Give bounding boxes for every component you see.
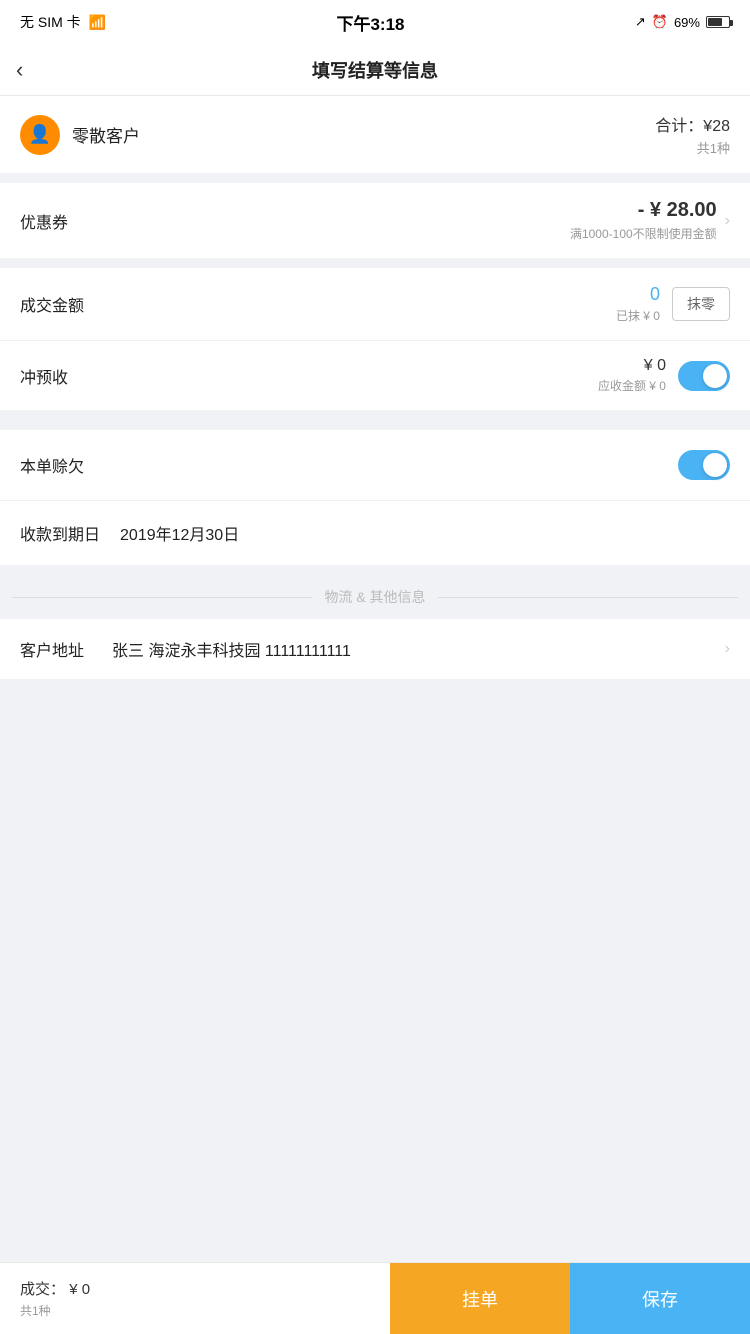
sim-label: 无 SIM 卡 <box>20 12 81 32</box>
due-date-value: 2019年12月30日 <box>120 521 239 545</box>
wifi-icon: 📶 <box>89 14 106 31</box>
status-left: 无 SIM 卡 📶 <box>20 12 106 32</box>
transaction-amount-row: 成交金额 0 已抹 ¥ 0 抹零 <box>0 268 750 341</box>
already-rounded-label: 已抹 ¥ 0 <box>616 307 660 324</box>
transaction-amount-value: 0 <box>616 284 660 305</box>
location-icon: ↗ <box>635 14 646 30</box>
logistics-divider: 物流 & 其他信息 <box>0 575 750 619</box>
debt-toggle-knob <box>703 453 727 477</box>
bottom-info: 成交： ¥ 0 共1种 <box>0 1263 390 1334</box>
back-button[interactable]: ‹ <box>16 57 23 83</box>
total-amount: 合计：¥28 <box>655 112 730 136</box>
status-right: ↗ ⏰ 69% <box>635 14 730 30</box>
person-icon: 👤 <box>29 124 51 145</box>
separator-1 <box>0 258 750 268</box>
battery-percent: 69% <box>674 15 700 30</box>
bottom-count: 共1种 <box>20 1302 370 1319</box>
nav-title: 填写结算等信息 <box>312 57 438 83</box>
separator-2 <box>0 410 750 420</box>
bottom-bar: 成交： ¥ 0 共1种 挂单 保存 <box>0 1262 750 1334</box>
save-button[interactable]: 保存 <box>570 1263 750 1334</box>
logistics-line-left <box>12 597 312 598</box>
bottom-spacer <box>0 679 750 859</box>
round-zero-button[interactable]: 抹零 <box>672 287 730 321</box>
amount-stack: 0 已抹 ¥ 0 <box>616 284 660 324</box>
customer-name: 零散客户 <box>72 122 140 147</box>
address-chevron-right-icon: › <box>725 640 730 658</box>
customer-section: 👤 零散客户 合计：¥28 共1种 <box>0 96 750 173</box>
coupon-value-stack: - ¥ 28.00 满1000-100不限制使用金额 <box>570 199 717 242</box>
transaction-amount-label: 成交金额 <box>20 292 84 316</box>
customer-avatar: 👤 <box>20 115 60 155</box>
address-value: 张三 海淀永丰科技园 11111111111 <box>112 637 713 661</box>
battery-icon <box>706 16 730 28</box>
address-row[interactable]: 客户地址 张三 海淀永丰科技园 11111111111 › <box>0 619 750 679</box>
bottom-deal-value: ¥ 0 <box>69 1281 90 1298</box>
debt-label: 本单赊欠 <box>20 453 84 477</box>
coupon-section[interactable]: 优惠券 - ¥ 28.00 满1000-100不限制使用金额 › <box>0 183 750 258</box>
coupon-right: - ¥ 28.00 满1000-100不限制使用金额 › <box>570 199 730 242</box>
due-date-label: 收款到期日 <box>20 521 100 545</box>
chevron-right-icon: › <box>725 212 730 230</box>
coupon-label: 优惠券 <box>20 209 68 233</box>
hang-button-label: 挂单 <box>462 1286 498 1312</box>
logistics-line-right <box>438 597 738 598</box>
advance-toggle-knob <box>703 364 727 388</box>
total-count: 共1种 <box>655 138 730 157</box>
nav-bar: ‹ 填写结算等信息 <box>0 44 750 96</box>
receivable-label: 应收金额 ¥ 0 <box>598 377 666 394</box>
debt-section: 本单赊欠 收款到期日 2019年12月30日 <box>0 430 750 565</box>
content: 👤 零散客户 合计：¥28 共1种 优惠券 - ¥ 28.00 满1000-10… <box>0 96 750 859</box>
status-time: 下午3:18 <box>336 10 404 35</box>
debt-row: 本单赊欠 <box>0 430 750 501</box>
advance-payment-row: 冲预收 ¥ 0 应收金额 ¥ 0 <box>0 341 750 410</box>
save-button-label: 保存 <box>642 1286 678 1312</box>
advance-amount: ¥ 0 <box>598 357 666 375</box>
hang-button[interactable]: 挂单 <box>390 1263 570 1334</box>
coupon-description: 满1000-100不限制使用金额 <box>570 225 717 242</box>
due-date-row[interactable]: 收款到期日 2019年12月30日 <box>0 501 750 565</box>
coupon-discount: - ¥ 28.00 <box>570 199 717 222</box>
transaction-amount-group: 0 已抹 ¥ 0 抹零 <box>616 284 730 324</box>
address-label: 客户地址 <box>20 637 100 661</box>
advance-label: 冲预收 <box>20 364 68 388</box>
advance-toggle[interactable] <box>678 361 730 391</box>
customer-left: 👤 零散客户 <box>20 115 140 155</box>
customer-right: 合计：¥28 共1种 <box>655 112 730 157</box>
bottom-deal-amount: 成交： ¥ 0 <box>20 1278 370 1299</box>
debt-toggle[interactable] <box>678 450 730 480</box>
advance-stack: ¥ 0 应收金额 ¥ 0 <box>598 357 666 394</box>
address-section: 客户地址 张三 海淀永丰科技园 11111111111 › <box>0 619 750 679</box>
alarm-icon: ⏰ <box>652 14 668 30</box>
logistics-label: 物流 & 其他信息 <box>324 587 425 607</box>
advance-value-group: ¥ 0 应收金额 ¥ 0 <box>598 357 730 394</box>
form-section: 成交金额 0 已抹 ¥ 0 抹零 冲预收 ¥ 0 应收金额 ¥ 0 <box>0 268 750 410</box>
status-bar: 无 SIM 卡 📶 下午3:18 ↗ ⏰ 69% <box>0 0 750 44</box>
bottom-deal-label: 成交： <box>20 1281 65 1298</box>
